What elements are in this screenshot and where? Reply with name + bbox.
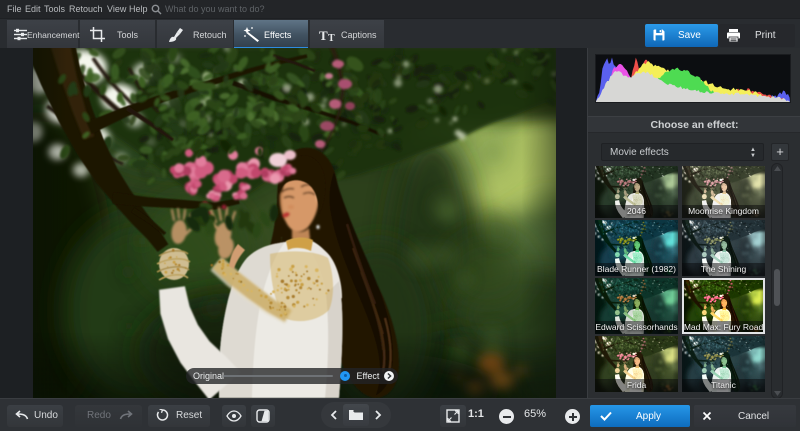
svg-text:T: T xyxy=(319,28,328,42)
svg-text:T: T xyxy=(328,33,335,42)
